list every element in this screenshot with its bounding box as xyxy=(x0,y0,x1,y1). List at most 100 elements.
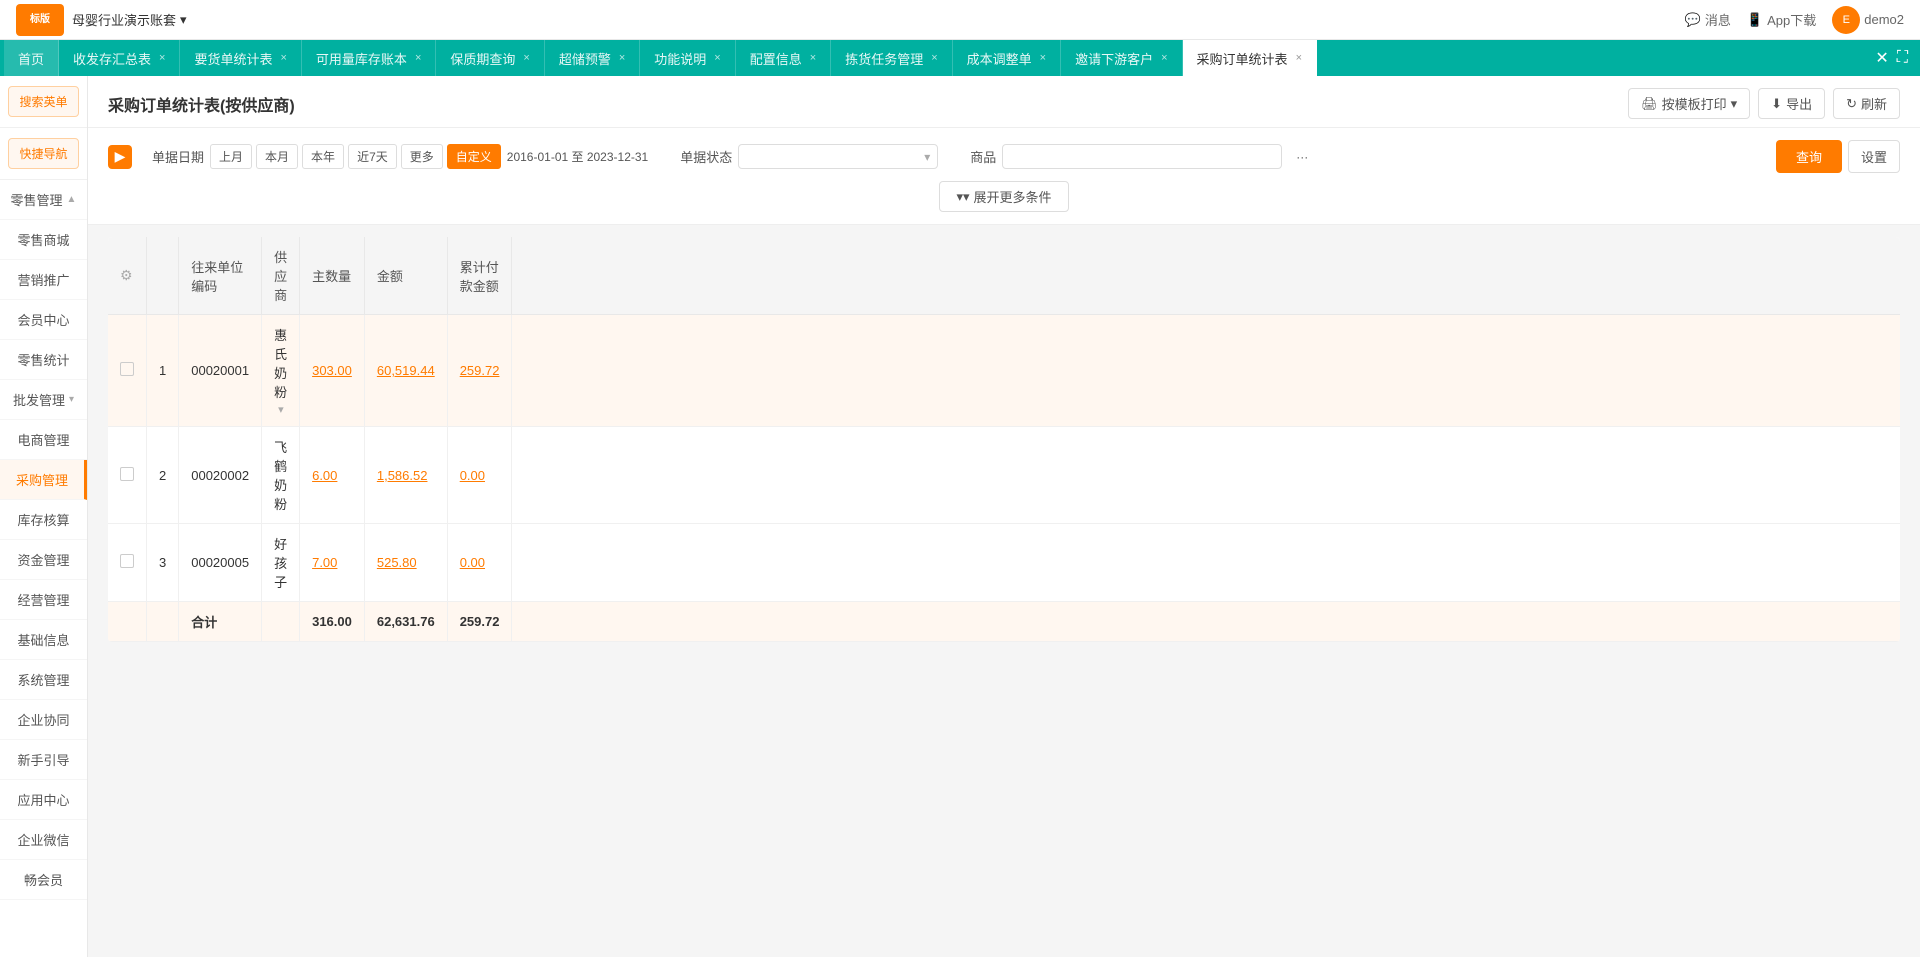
expand-more-btn[interactable]: ▾▾ 展开更多条件 xyxy=(939,181,1068,212)
tab-config-info[interactable]: 配置信息 × xyxy=(736,40,831,76)
sidebar-item-member-center[interactable]: 会员中心 xyxy=(0,300,87,340)
expand-filter-btn[interactable]: ▶ xyxy=(108,145,132,169)
expand-more-icon: ▾▾ xyxy=(956,189,969,205)
td-checkbox[interactable] xyxy=(108,524,147,602)
refresh-btn[interactable]: ↻ 刷新 xyxy=(1833,88,1900,119)
th-settings[interactable]: ⚙ xyxy=(108,237,147,315)
sidebar-item-enterprise-collab[interactable]: 企业协同 xyxy=(0,700,87,740)
table-row: 3 00020005 好孩子 7.00 525.80 0.00 xyxy=(108,524,1900,602)
filter-row-1: ▶ 单据日期 上月 本月 本年 近7天 更多 自定义 2016-01-01 至 … xyxy=(108,140,1900,173)
sidebar-item-operations[interactable]: 经营管理 xyxy=(0,580,87,620)
this-year-btn[interactable]: 本年 xyxy=(302,144,344,169)
sidebar-item-purchase-mgmt[interactable]: 采购管理 xyxy=(0,460,87,500)
footer-index xyxy=(147,602,179,642)
nav-tab-end: ✕ ⛶ xyxy=(1875,48,1916,68)
last-7-days-btn[interactable]: 近7天 xyxy=(348,144,397,169)
sidebar-item-app-center[interactable]: 应用中心 xyxy=(0,780,87,820)
query-btn[interactable]: 查询 xyxy=(1776,140,1842,173)
table-row: 2 00020002 飞鹤奶粉 6.00 1,586.52 0.00 xyxy=(108,427,1900,524)
more-goods-btn[interactable]: ··· xyxy=(1288,146,1316,168)
column-settings-icon[interactable]: ⚙ xyxy=(120,267,133,283)
td-supplier: 惠氏奶粉 ▾ xyxy=(262,315,300,427)
user-profile-btn[interactable]: E demo2 xyxy=(1832,6,1904,34)
close-icon[interactable]: × xyxy=(280,52,286,64)
footer-label: 合计 xyxy=(179,602,262,642)
td-paid: 0.00 xyxy=(447,427,512,524)
goods-input[interactable] xyxy=(1002,144,1282,169)
tab-purchase-order-stats[interactable]: 采购订单统计表 × xyxy=(1183,40,1317,76)
more-date-btn[interactable]: 更多 xyxy=(401,144,443,169)
sidebar-item-new-guide[interactable]: 新手引导 xyxy=(0,740,87,780)
checkbox-icon[interactable] xyxy=(120,554,134,568)
close-icon[interactable]: × xyxy=(619,52,625,64)
status-select[interactable] xyxy=(738,144,938,169)
tab-overstock-warning[interactable]: 超储预警 × xyxy=(545,40,640,76)
tab-picking-task[interactable]: 拣货任务管理 × xyxy=(831,40,952,76)
sidebar-item-inventory[interactable]: 库存核算 xyxy=(0,500,87,540)
close-icon[interactable]: × xyxy=(159,52,165,64)
tab-cost-adjust[interactable]: 成本调整单 × xyxy=(953,40,1061,76)
page-title: 采购订单统计表(按供应商) xyxy=(108,92,295,116)
this-month-btn[interactable]: 本月 xyxy=(256,144,298,169)
tab-usable-inventory[interactable]: 可用量库存账本 × xyxy=(302,40,436,76)
td-empty xyxy=(512,315,1900,427)
print-btn[interactable]: 🖨 按模板打印 ▾ xyxy=(1628,88,1750,119)
sidebar-item-enterprise-wechat[interactable]: 企业微信 xyxy=(0,820,87,860)
app-logo: 标版 xyxy=(16,4,64,36)
td-checkbox[interactable] xyxy=(108,427,147,524)
th-supplier: 供应商 xyxy=(262,237,300,315)
print-icon: 🖨 xyxy=(1641,96,1658,112)
last-month-btn[interactable]: 上月 xyxy=(210,144,252,169)
checkbox-icon[interactable] xyxy=(120,467,134,481)
close-icon[interactable]: × xyxy=(1296,52,1302,64)
close-icon[interactable]: × xyxy=(810,52,816,64)
td-code: 00020005 xyxy=(179,524,262,602)
sidebar-item-finance[interactable]: 资金管理 xyxy=(0,540,87,580)
tab-receive-summary[interactable]: 收发存汇总表 × xyxy=(59,40,180,76)
sidebar-item-retail-mall[interactable]: 零售商城 xyxy=(0,220,87,260)
close-icon[interactable]: × xyxy=(931,52,937,64)
company-selector[interactable]: 母婴行业演示账套 ▾ xyxy=(72,10,187,29)
nav-close-icon[interactable]: ✕ xyxy=(1875,48,1888,68)
sidebar-item-ecommerce[interactable]: 电商管理 xyxy=(0,420,87,460)
close-icon[interactable]: × xyxy=(714,52,720,64)
td-code: 00020002 xyxy=(179,427,262,524)
tab-expiry-query[interactable]: 保质期查询 × xyxy=(436,40,544,76)
td-paid: 0.00 xyxy=(447,524,512,602)
expand-icon: ▾ xyxy=(69,394,74,405)
supplier-expand-icon[interactable]: ▾ xyxy=(278,404,284,416)
sidebar-item-marketing[interactable]: 营销推广 xyxy=(0,260,87,300)
checkbox-icon[interactable] xyxy=(120,362,134,376)
sidebar-item-basic-info[interactable]: 基础信息 xyxy=(0,620,87,660)
close-icon[interactable]: × xyxy=(1040,52,1046,64)
custom-date-btn[interactable]: 自定义 xyxy=(447,144,501,169)
td-amount: 525.80 xyxy=(364,524,447,602)
company-dropdown-icon: ▾ xyxy=(180,12,187,28)
tab-home[interactable]: 首页 xyxy=(4,40,59,76)
goods-filter: 商品 ··· xyxy=(970,144,1316,169)
tab-invite-downstream[interactable]: 邀请下游客户 × xyxy=(1061,40,1182,76)
td-checkbox[interactable] xyxy=(108,315,147,427)
sidebar-item-member[interactable]: 畅会员 xyxy=(0,860,87,900)
close-icon[interactable]: × xyxy=(523,52,529,64)
nav-fullscreen-icon[interactable]: ⛶ xyxy=(1897,49,1908,67)
tab-function-desc[interactable]: 功能说明 × xyxy=(640,40,735,76)
tab-order-stats[interactable]: 要货单统计表 × xyxy=(180,40,301,76)
close-icon[interactable]: × xyxy=(1161,52,1167,64)
sidebar-item-system-mgmt[interactable]: 系统管理 xyxy=(0,660,87,700)
print-dropdown-icon: ▾ xyxy=(1731,96,1738,112)
search-menu-btn[interactable]: 搜索英单 xyxy=(8,86,79,117)
close-icon[interactable]: × xyxy=(415,52,421,64)
th-paid: 累计付款金额 xyxy=(447,237,512,315)
sidebar-item-retail-stats[interactable]: 零售统计 xyxy=(0,340,87,380)
export-btn[interactable]: ⬇ 导出 xyxy=(1758,88,1825,119)
app-download-btn[interactable]: 📱 App下载 xyxy=(1747,10,1816,29)
message-btn[interactable]: 💬 消息 xyxy=(1685,10,1731,29)
sidebar-item-retail-mgmt[interactable]: 零售管理 ▲ xyxy=(0,180,87,220)
sidebar-item-wholesale-mgmt[interactable]: 批发管理 ▾ xyxy=(0,380,87,420)
quick-nav-btn[interactable]: 快捷导航 xyxy=(8,138,79,169)
settings-btn[interactable]: 设置 xyxy=(1848,140,1900,173)
table-header-row: ⚙ 往来单位编码 供应商 主数量 金额 累计付款金额 xyxy=(108,237,1900,315)
td-index: 1 xyxy=(147,315,179,427)
th-amount: 金额 xyxy=(364,237,447,315)
